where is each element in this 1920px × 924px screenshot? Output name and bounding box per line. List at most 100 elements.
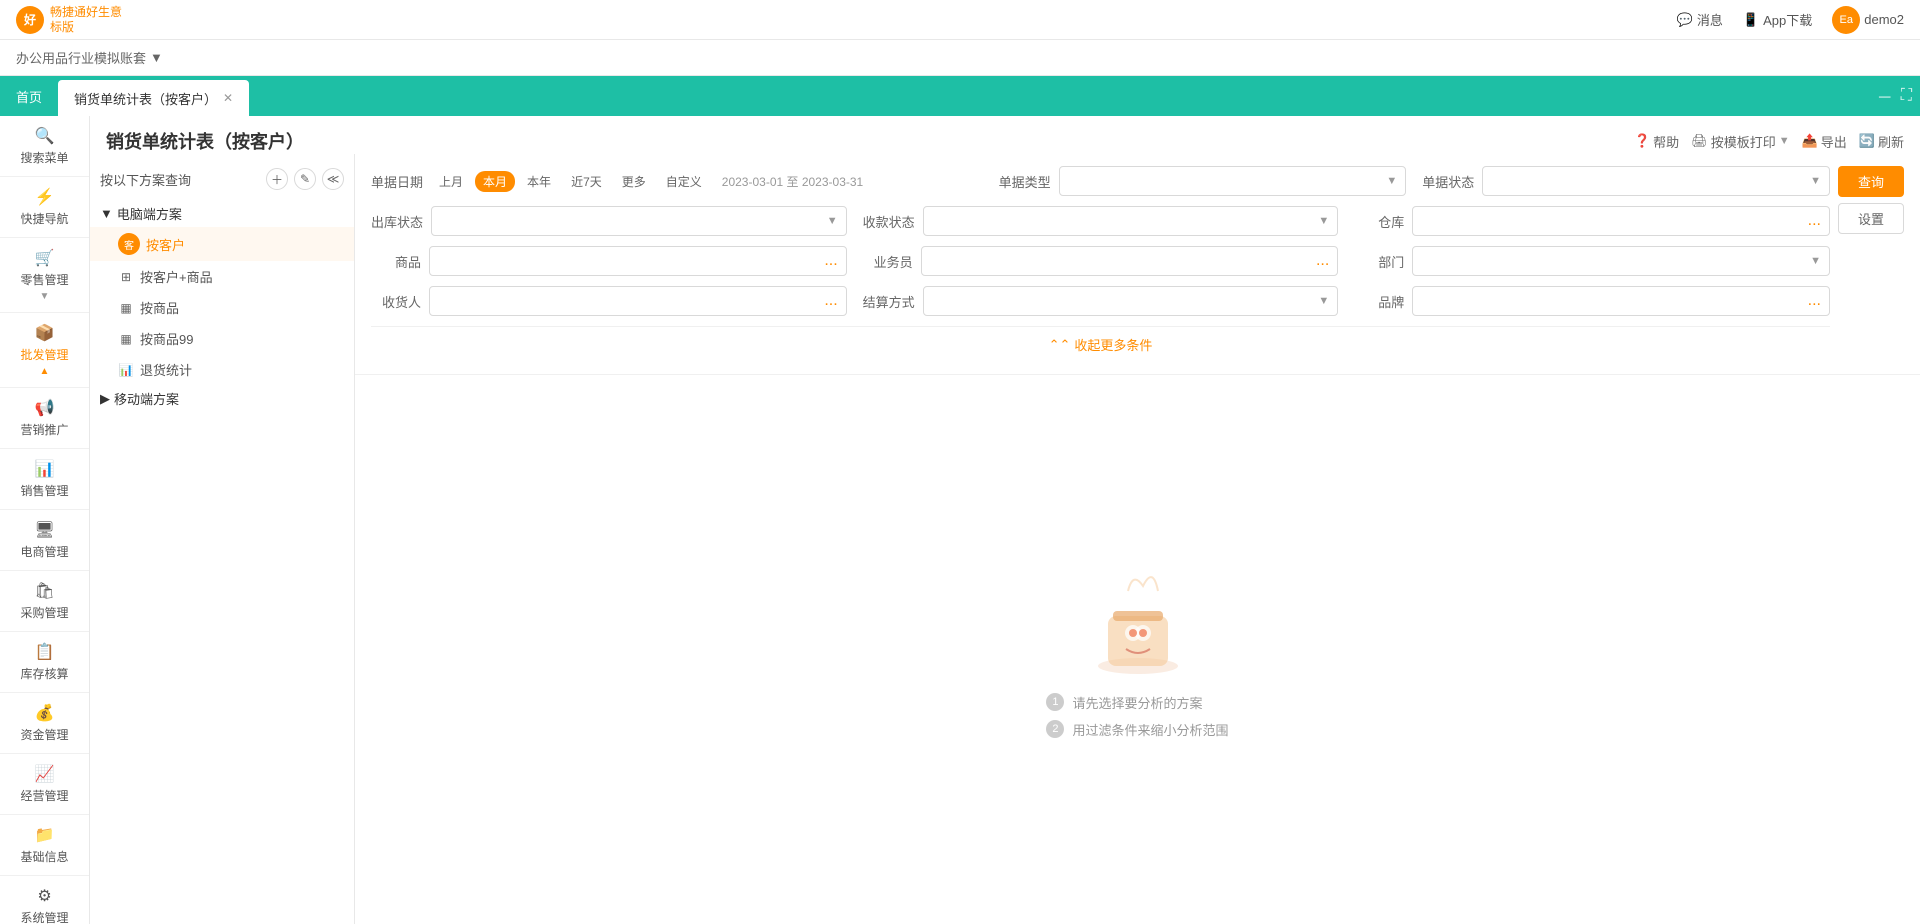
filter-settle: 结算方式 ▼ (863, 286, 1339, 316)
inner-layout: 按以下方案查询 ＋ ✎ ≪ ▼ 电脑端方案 客 按客户 (90, 154, 1920, 924)
empty-hint-2: 2 用过滤条件来缩小分析范围 (1046, 720, 1228, 739)
top-bar: 好 畅捷通好生意 标版 💬 消息 📱 App下载 Ea demo2 (0, 0, 1920, 40)
tree-group-mobile[interactable]: ▶ 移动端方案 (90, 385, 354, 412)
filter-receiver: 收货人 ... (371, 286, 847, 316)
date-btn-this-year[interactable]: 本年 (519, 171, 559, 192)
scheme-by-goods[interactable]: ▦ 按商品 (90, 292, 354, 323)
warehouse-dots-icon[interactable]: ... (1808, 212, 1821, 230)
sidebar-item-operations[interactable]: 📈 经营管理 (0, 754, 89, 815)
active-scheme-icon: 客 (118, 233, 140, 255)
export-btn[interactable]: 📤 导出 (1802, 132, 1847, 151)
date-filter-control[interactable]: 上月 本月 本年 近7天 更多 自定义 2023-03-01 至 2023-03… (431, 171, 863, 192)
tab-home[interactable]: 首页 (0, 76, 58, 116)
order-status-select[interactable]: ▼ (1482, 166, 1830, 196)
sidebar-item-ecommerce[interactable]: 🖥 电商管理 (0, 510, 89, 571)
tree-group-arrow-icon: ▼ (100, 206, 113, 221)
brand-select[interactable]: ... (1412, 286, 1830, 316)
brand-dots-icon[interactable]: ... (1808, 292, 1821, 310)
tab-close-icon[interactable]: ✕ (223, 91, 233, 105)
filter-row-3: 商品 ... 业务员 (371, 246, 1830, 276)
date-btn-7days[interactable]: 近7天 (563, 171, 610, 192)
page-actions: ❓ 帮助 🖨 按模板打印 ▼ 📤 导出 🔄 刷新 (1634, 132, 1904, 151)
sidebar-item-retail[interactable]: 🛒 零售管理 ▼ (0, 238, 89, 313)
goods-dots-icon[interactable]: ... (824, 252, 837, 270)
date-label: 单据日期 (371, 172, 423, 191)
dept-select[interactable]: ▼ (1412, 246, 1830, 276)
sidebar-item-system[interactable]: ⚙ 系统管理 (0, 876, 89, 924)
main-area: 🔍 搜索菜单 ⚡ 快捷导航 🛒 零售管理 ▼ 📦 批发管理 ▲ 📢 营销推广 📊… (0, 116, 1920, 924)
staff-select[interactable]: ... (921, 246, 1339, 276)
avatar: Ea (1832, 6, 1860, 34)
sidebar-item-sales[interactable]: 📊 销售管理 (0, 449, 89, 510)
date-btn-this-month[interactable]: 本月 (475, 171, 515, 192)
tab-bar-right: － ⛶ (1877, 76, 1920, 116)
empty-hint-1: 1 请先选择要分析的方案 (1046, 693, 1228, 712)
warehouse-select[interactable]: ... (1412, 206, 1830, 236)
hint-number-2: 2 (1046, 720, 1064, 738)
scheme-by-customer[interactable]: 客 按客户 (90, 227, 354, 261)
out-status-select[interactable]: ▼ (431, 206, 847, 236)
settle-select[interactable]: ▼ (923, 286, 1339, 316)
settings-btn[interactable]: 设置 (1838, 203, 1904, 234)
goods-select[interactable]: ... (429, 246, 847, 276)
receiver-select[interactable]: ... (429, 286, 847, 316)
tree-group-pc[interactable]: ▼ 电脑端方案 (90, 200, 354, 227)
filter-dept: 部门 ▼ (1354, 246, 1830, 276)
sidebar-item-basic-info[interactable]: 📁 基础信息 (0, 815, 89, 876)
system-icon: ⚙ (37, 886, 51, 906)
right-panel: 单据日期 上月 本月 本年 近7天 更多 自定义 2023-03-01 至 20… (355, 154, 1920, 924)
dept-label: 部门 (1354, 252, 1404, 271)
receiver-dots-icon[interactable]: ... (824, 292, 837, 310)
template-print-btn[interactable]: 🖨 按模板打印 ▼ (1691, 132, 1789, 151)
query-actions: 查询 设置 (1830, 166, 1904, 234)
user-info[interactable]: Ea demo2 (1832, 6, 1904, 34)
help-icon: ❓ (1634, 133, 1650, 149)
app-selector-bar: 办公用品行业模拟账套 ▼ (0, 40, 1920, 76)
filter-order-type: 单据类型 ▼ (999, 166, 1407, 196)
maximize-icon[interactable]: ⛶ (1901, 87, 1912, 105)
order-type-arrow-icon: ▼ (1386, 175, 1397, 187)
collapse-filter-btn[interactable]: ⌃⌃ 收起更多条件 (1043, 329, 1159, 360)
sidebar-item-wholesale[interactable]: 📦 批发管理 ▲ (0, 313, 89, 388)
filter-rows-wrapper: 单据日期 上月 本月 本年 近7天 更多 自定义 2023-03-01 至 20… (371, 166, 1904, 362)
edit-scheme-btn[interactable]: ✎ (294, 168, 316, 190)
query-btn[interactable]: 查询 (1838, 166, 1904, 197)
logo-icon: 好 (16, 6, 44, 34)
settle-arrow-icon: ▼ (1318, 295, 1329, 307)
date-btn-more[interactable]: 更多 (614, 171, 654, 192)
sidebar-item-quick-nav[interactable]: ⚡ 快捷导航 (0, 177, 89, 238)
refresh-btn[interactable]: 🔄 刷新 (1859, 132, 1904, 151)
export-icon: 📤 (1802, 133, 1818, 149)
hint-number-1: 1 (1046, 693, 1064, 711)
date-btn-last-month[interactable]: 上月 (431, 171, 471, 192)
minimize-icon[interactable]: － (1877, 84, 1893, 108)
logo-text: 畅捷通好生意 标版 (50, 5, 122, 34)
tab-sales-stats[interactable]: 销货单统计表（按客户） ✕ (58, 80, 249, 116)
filter-order-status: 单据状态 ▼ (1422, 166, 1830, 196)
collect-status-select[interactable]: ▼ (923, 206, 1339, 236)
filter-area: 单据日期 上月 本月 本年 近7天 更多 自定义 2023-03-01 至 20… (355, 154, 1920, 375)
sidebar-item-finance[interactable]: 💰 资金管理 (0, 693, 89, 754)
order-type-select[interactable]: ▼ (1059, 166, 1407, 196)
app-selector[interactable]: 办公用品行业模拟账套 ▼ (16, 48, 163, 67)
app-download-btn[interactable]: 📱 App下载 (1743, 10, 1812, 29)
message-btn[interactable]: 💬 消息 (1677, 10, 1723, 29)
sidebar-item-search[interactable]: 🔍 搜索菜单 (0, 116, 89, 177)
inventory-icon: 📋 (35, 642, 55, 662)
collapse-panel-btn[interactable]: ≪ (322, 168, 344, 190)
sidebar-item-purchase[interactable]: 🛍 采购管理 (0, 571, 89, 632)
scheme-returns[interactable]: 📊 退货统计 (90, 354, 354, 385)
staff-label: 业务员 (863, 252, 913, 271)
staff-dots-icon[interactable]: ... (1316, 252, 1329, 270)
page-title: 销货单统计表（按客户） (106, 128, 304, 154)
sidebar-item-inventory[interactable]: 📋 库存核算 (0, 632, 89, 693)
chart-icon: 📊 (118, 362, 134, 378)
date-btn-custom[interactable]: 自定义 (658, 171, 710, 192)
sidebar-item-marketing[interactable]: 📢 营销推广 (0, 388, 89, 449)
left-panel-header: 按以下方案查询 ＋ ✎ ≪ (90, 162, 354, 196)
operations-icon: 📈 (35, 764, 55, 784)
scheme-by-goods-99[interactable]: ▦ 按商品99 (90, 323, 354, 354)
scheme-by-customer-goods[interactable]: ⊞ 按客户+商品 (90, 261, 354, 292)
add-scheme-btn[interactable]: ＋ (266, 168, 288, 190)
help-btn[interactable]: ❓ 帮助 (1634, 132, 1679, 151)
